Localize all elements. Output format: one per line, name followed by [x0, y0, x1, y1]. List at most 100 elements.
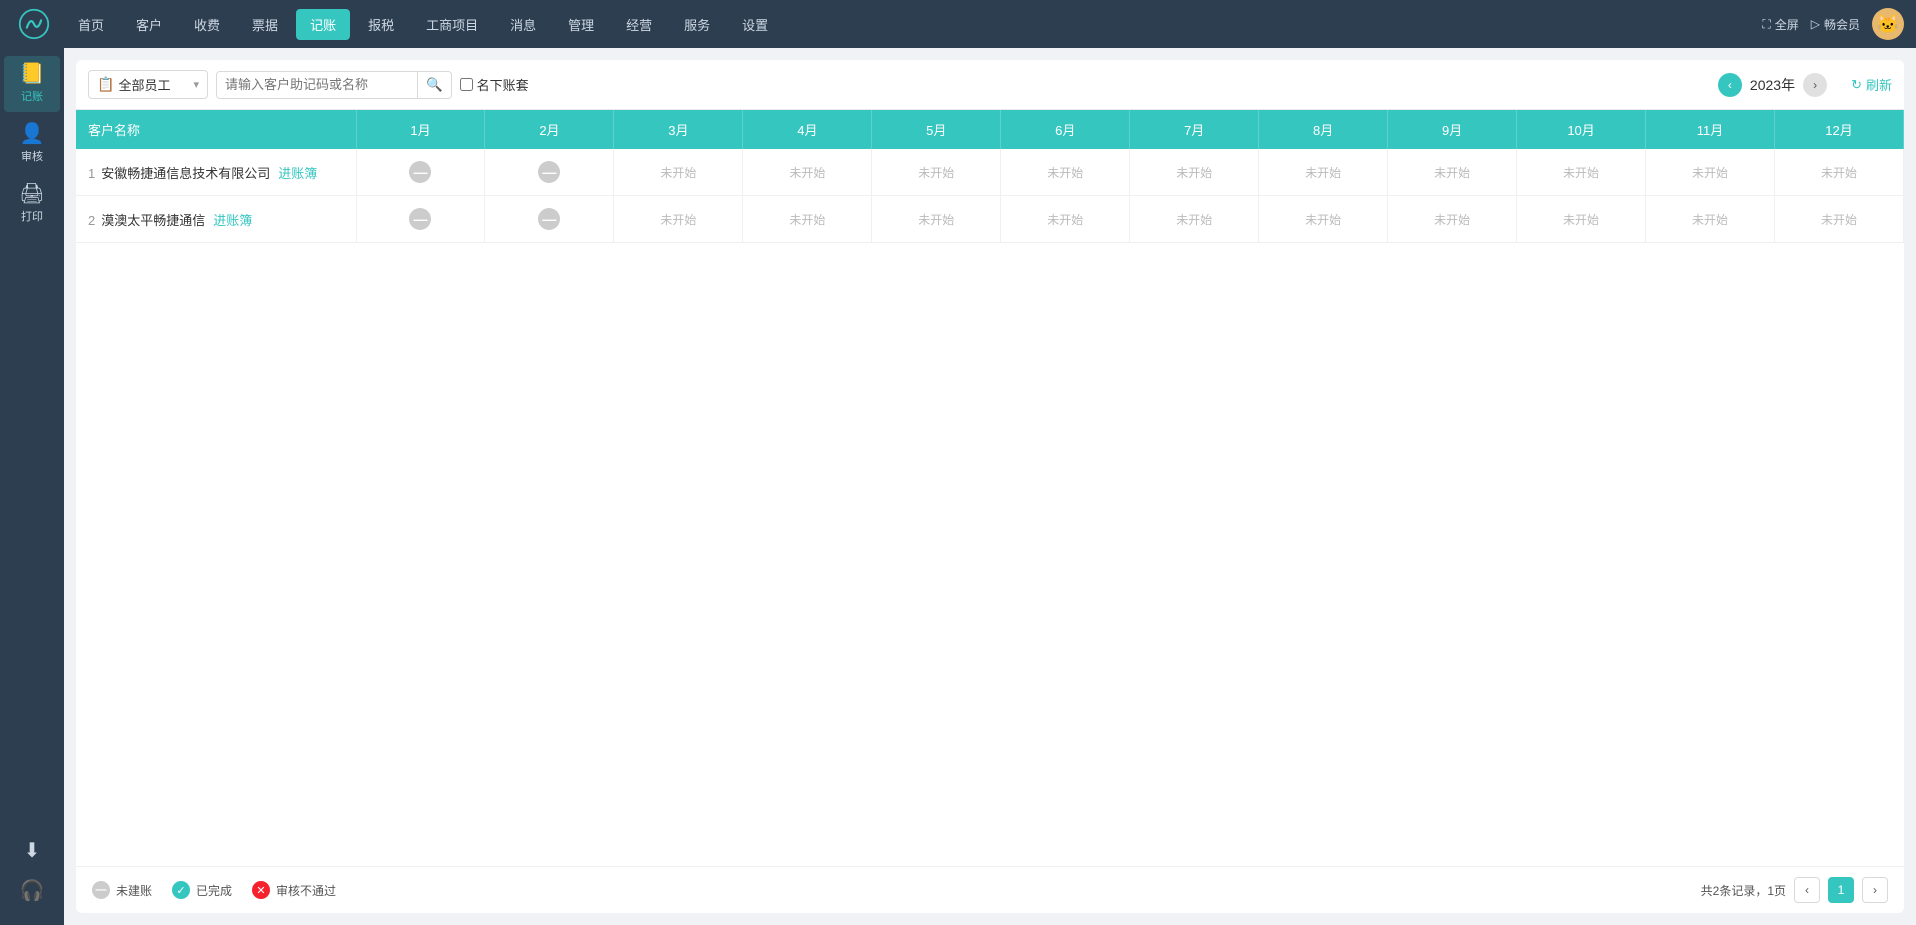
search-input[interactable]: [217, 72, 417, 97]
month-cell-7: 未开始: [1130, 149, 1259, 196]
fullscreen-icon: ⛶: [1762, 17, 1770, 32]
next-page-button[interactable]: ›: [1862, 877, 1888, 903]
nav-items: 首页客户收费票据记账报税工商项目消息管理经营服务设置: [64, 9, 1762, 40]
not-started-label: 未开始: [1692, 213, 1728, 227]
fullscreen-btn[interactable]: ⛶ 全屏: [1762, 16, 1798, 33]
refresh-button[interactable]: ↻ 刷新: [1851, 75, 1892, 94]
col-header-10: 10月: [1517, 110, 1646, 149]
legend-dot: ✕: [252, 881, 270, 899]
col-header-5: 5月: [872, 110, 1001, 149]
headset-icon: 🎧: [20, 881, 45, 901]
not-started-label: 未开始: [1692, 166, 1728, 180]
legend-label: 审核不通过: [276, 882, 336, 899]
nav-item-服务[interactable]: 服务: [670, 9, 724, 40]
sidebar-icon: 📒: [20, 64, 45, 84]
nav-item-票据[interactable]: 票据: [238, 9, 292, 40]
status-dash-icon: —: [538, 208, 560, 230]
not-started-label: 未开始: [918, 166, 954, 180]
main-table: 客户名称1月2月3月4月5月6月7月8月9月10月11月12月 1安徽畅捷通信息…: [76, 110, 1904, 243]
not-started-label: 未开始: [660, 213, 696, 227]
legend-item-已完成: ✓已完成: [172, 881, 232, 899]
nav-item-记账[interactable]: 记账: [296, 9, 350, 40]
content: 📋 全部员工 ▾ 🔍 名下账套 ‹ 2023年 ›: [64, 48, 1916, 925]
top-nav: 首页客户收费票据记账报税工商项目消息管理经营服务设置 ⛶ 全屏 ▷ 畅会员 🐱: [0, 0, 1916, 48]
client-name: 安徽畅捷通信息技术有限公司: [101, 166, 270, 181]
month-cell-9: 未开始: [1388, 196, 1517, 243]
not-started-label: 未开始: [1434, 213, 1470, 227]
legend-label: 已完成: [196, 882, 232, 899]
month-cell-12: 未开始: [1774, 149, 1903, 196]
sidebar-item-打印[interactable]: 🖨打印: [4, 176, 60, 232]
nav-item-报税[interactable]: 报税: [354, 9, 408, 40]
nav-item-设置[interactable]: 设置: [728, 9, 782, 40]
prev-page-button[interactable]: ‹: [1794, 877, 1820, 903]
sidebar-item-support[interactable]: 🎧: [4, 873, 60, 909]
refresh-icon: ↻: [1851, 77, 1862, 93]
nav-item-首页[interactable]: 首页: [64, 9, 118, 40]
month-cell-4: 未开始: [743, 196, 872, 243]
dropdown-arrow-icon: ▾: [193, 78, 199, 91]
main-layout: 📒记账👤审核🖨打印 ⬇ 🎧 📋 全部员工 ▾ 🔍: [0, 48, 1916, 925]
record-info: 共2条记录，1页: [1701, 882, 1786, 899]
table-row: 2漠澳太平畅捷通信进账簿——未开始未开始未开始未开始未开始未开始未开始未开始未开…: [76, 196, 1904, 243]
month-cell-5: 未开始: [872, 149, 1001, 196]
next-year-button[interactable]: ›: [1803, 73, 1827, 97]
client-name-cell: 1安徽畅捷通信息技术有限公司进账簿: [76, 149, 356, 196]
not-started-label: 未开始: [1305, 166, 1341, 180]
vip-btn[interactable]: ▷ 畅会员: [1811, 16, 1860, 33]
employee-select[interactable]: 📋 全部员工 ▾: [88, 70, 208, 99]
not-started-label: 未开始: [1821, 166, 1857, 180]
enter-ledger-link[interactable]: 进账簿: [213, 213, 252, 228]
current-page-button[interactable]: 1: [1828, 877, 1854, 903]
search-button[interactable]: 🔍: [417, 72, 451, 98]
month-cell-12: 未开始: [1774, 196, 1903, 243]
legend-label: 未建账: [116, 882, 152, 899]
sidebar-item-download[interactable]: ⬇: [4, 833, 60, 869]
search-box: 🔍: [216, 71, 452, 99]
own-account-checkbox-label[interactable]: 名下账套: [460, 75, 529, 94]
client-name: 漠澳太平畅捷通信: [101, 213, 205, 228]
legend-item-未建账: —未建账: [92, 881, 152, 899]
month-cell-6: 未开始: [1001, 196, 1130, 243]
nav-item-消息[interactable]: 消息: [496, 9, 550, 40]
nav-item-经营[interactable]: 经营: [612, 9, 666, 40]
year-nav: ‹ 2023年 ›: [1718, 73, 1827, 97]
month-cell-7: 未开始: [1130, 196, 1259, 243]
nav-item-客户[interactable]: 客户: [122, 9, 176, 40]
status-dash-icon: —: [409, 208, 431, 230]
col-header-0: 客户名称: [76, 110, 356, 149]
nav-item-工商项目[interactable]: 工商项目: [412, 9, 492, 40]
not-started-label: 未开始: [1434, 166, 1470, 180]
own-account-label: 名下账套: [477, 75, 529, 94]
sidebar-item-审核[interactable]: 👤审核: [4, 116, 60, 172]
sidebar-item-记账[interactable]: 📒记账: [4, 56, 60, 112]
table-wrapper: 客户名称1月2月3月4月5月6月7月8月9月10月11月12月 1安徽畅捷通信息…: [76, 110, 1904, 866]
nav-item-收费[interactable]: 收费: [180, 9, 234, 40]
nav-item-管理[interactable]: 管理: [554, 9, 608, 40]
own-account-checkbox[interactable]: [460, 78, 473, 91]
col-header-3: 3月: [614, 110, 743, 149]
not-started-label: 未开始: [1563, 213, 1599, 227]
active-month-circle: 2月: [539, 123, 559, 138]
nav-right: ⛶ 全屏 ▷ 畅会员 🐱: [1762, 8, 1904, 40]
prev-year-button[interactable]: ‹: [1718, 73, 1742, 97]
month-cell-8: 未开始: [1259, 149, 1388, 196]
not-started-label: 未开始: [1821, 213, 1857, 227]
col-header-9: 9月: [1388, 110, 1517, 149]
col-header-6: 6月: [1001, 110, 1130, 149]
enter-ledger-link[interactable]: 进账簿: [278, 166, 317, 181]
status-dash-icon: —: [538, 161, 560, 183]
not-started-label: 未开始: [1047, 166, 1083, 180]
col-header-7: 7月: [1130, 110, 1259, 149]
sidebar-bottom: ⬇ 🎧: [4, 833, 60, 925]
sidebar: 📒记账👤审核🖨打印 ⬇ 🎧: [0, 48, 64, 925]
month-cell-6: 未开始: [1001, 149, 1130, 196]
employee-icon: 📋: [97, 76, 114, 93]
month-cell-10: 未开始: [1517, 149, 1646, 196]
month-cell-8: 未开始: [1259, 196, 1388, 243]
col-header-4: 4月: [743, 110, 872, 149]
avatar[interactable]: 🐱: [1872, 8, 1904, 40]
download-icon: ⬇: [24, 841, 41, 861]
row-number: 2: [88, 213, 95, 228]
pagination: 共2条记录，1页 ‹ 1 ›: [1701, 877, 1888, 903]
